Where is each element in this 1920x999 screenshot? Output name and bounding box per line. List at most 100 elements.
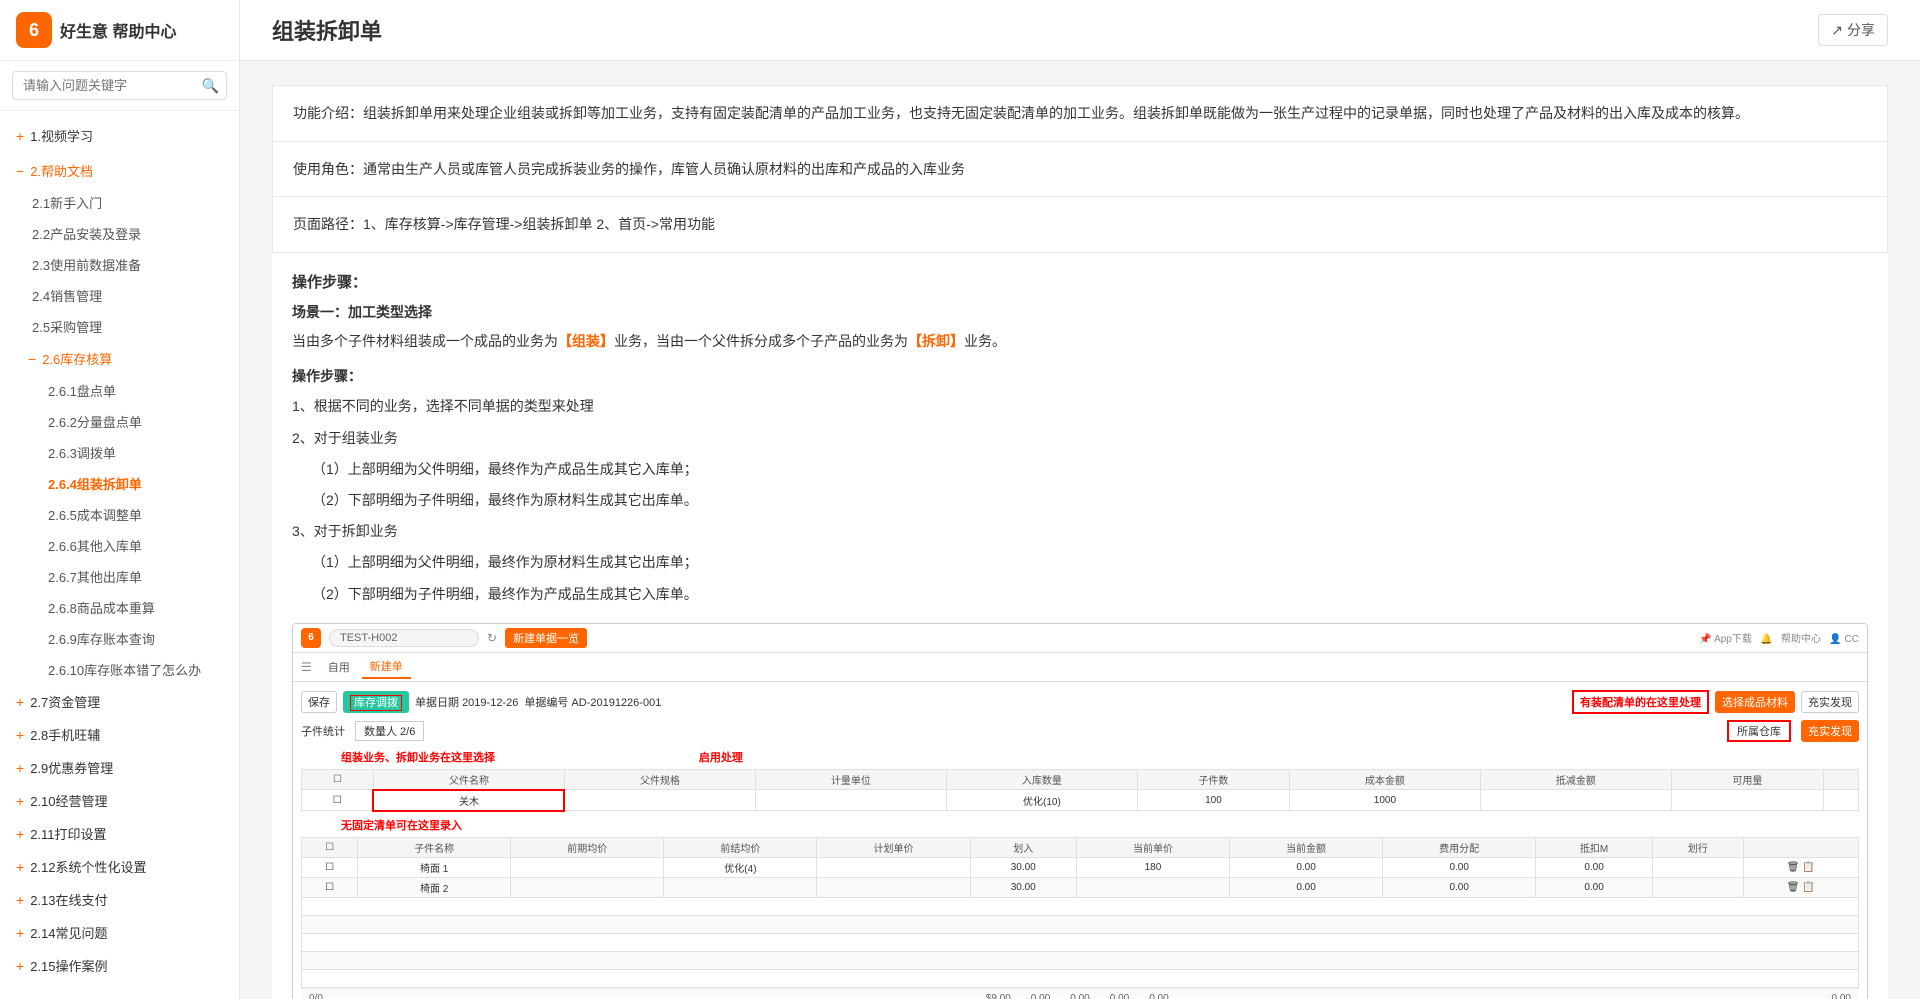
ss-td-check: ☐ [302,790,374,811]
ss-save-btn[interactable]: 保存 [301,691,337,713]
ss-type-btn[interactable]: 库存调拨 [343,691,409,713]
plus-2-15: + [16,958,24,974]
keyword-assemble: 【组装】 [558,333,614,349]
sidebar: 6 好生意 帮助中心 🔍 + 1.视频学习 − 2.帮助文档 2.1新手入门 2… [0,0,240,999]
app-logo: 6 [16,12,52,48]
ss-bth-deduct: 抵扣M [1536,837,1653,857]
ss-th-avail: 可用量 [1671,769,1823,790]
intro-block-3: 页面路径：1、库存核算->库存管理->组装拆卸单 2、首页->常用功能 [272,196,1888,253]
ss-td-unit [755,790,946,811]
ss-footer-amt4: 0.00 [1110,993,1129,999]
ss-td-deduct [1480,790,1671,811]
ss-num-label: 单据编号 AD-20191226-001 [524,694,661,710]
sidebar-item-data[interactable]: 2.3使用前数据准备 [0,249,239,280]
ss-td-child-count: 100 [1137,790,1289,811]
sidebar-item-install[interactable]: 2.2产品安装及登录 [0,218,239,249]
ss-th-check: ☐ [302,769,374,790]
annotation-2: 组装业务、拆卸业务在这里选择 [341,752,495,764]
ss-btd-act2: 🗑 📋 [1743,877,1858,897]
ss-td-fspec [564,790,755,811]
search-input[interactable] [12,71,227,100]
ss-refresh-icon: ↻ [487,631,497,645]
ss-btd-check: ☐ [302,857,358,877]
table-row: ☐ 椅面 2 30.00 0.00 0.00 [302,877,1859,897]
scene1-desc: 当由多个子件材料组装成一个成品的业务为【组装】业务，当由一个父件拆分成多个子产品… [292,328,1868,355]
ss-btd-prev-avg [511,857,664,877]
ss-confirm-btn[interactable]: 充实发现 [1801,691,1859,713]
sidebar-item-2-9[interactable]: + 2.9优惠券管理 [0,751,239,784]
sidebar-item-2-8[interactable]: + 2.8手机旺辅 [0,718,239,751]
sidebar-item-2-7[interactable]: + 2.7资金管理 [0,685,239,718]
table-row [302,915,1859,933]
ss-th-action [1823,769,1858,790]
ss-bth-curr-price: 当前单价 [1076,837,1229,857]
plus-2-7: + [16,694,24,710]
ss-bth-check: ☐ [302,837,358,857]
ss-footer-amt3: 0.00 [1070,993,1089,999]
page-title: 组装拆卸单 [272,14,382,46]
ss-bth-name: 子件名称 [358,837,511,857]
sidebar-item-video[interactable]: + 1.视频学习 [0,119,239,152]
search-icon[interactable]: 🔍 [202,77,219,94]
plus-2-8: + [16,727,24,743]
sidebar-item-2-6-2[interactable]: 2.6.2分量盘点单 [0,406,239,437]
sidebar-item-2-12[interactable]: + 2.12系统个性化设置 [0,850,239,883]
intro-block-1: 功能介绍：组装拆卸单用来处理企业组装或拆卸等加工业务，支持有固定装配清单的产品加… [272,85,1888,141]
sidebar-item-2-6-9[interactable]: 2.6.9库存账本查询 [0,623,239,654]
ss-th-cost: 成本金额 [1289,769,1480,790]
ss-btd-fee2: 0.00 [1383,877,1536,897]
sidebar-item-2-6-7[interactable]: 2.6.7其他出库单 [0,561,239,592]
ops-title: 操作步骤： [292,271,1868,292]
annotation-3: 启用处理 [699,752,743,764]
sidebar-item-2-13[interactable]: + 2.13在线支付 [0,883,239,916]
sidebar-item-2-14[interactable]: + 2.14常见问题 [0,916,239,949]
ss-footer-right: 0.00 [1832,993,1851,999]
ss-toolbar: 保存 库存调拨 单据日期 2019-12-26 单据编号 AD-20191226… [301,690,1859,714]
ss-btd-curr2 [664,877,817,897]
sidebar-item-2-6-1[interactable]: 2.6.1盘点单 [0,375,239,406]
ss-th-unit: 计量单位 [755,769,946,790]
sidebar-item-2-6-6[interactable]: 2.6.6其他入库单 [0,530,239,561]
ss-bth-prev-avg: 前期均价 [511,837,664,857]
sidebar-item-2-6-4[interactable]: 2.6.4组装拆卸单 [0,468,239,499]
step-3: 3、对于拆卸业务 [292,519,1868,544]
sidebar-item-2-6-10[interactable]: 2.6.10库存账本错了怎么办 [0,654,239,685]
ss-bth-in: 划入 [970,837,1076,857]
ss-bth-actions [1743,837,1858,857]
ss-select-material-btn[interactable]: 选择成品材料 [1715,691,1795,713]
ss-footer-pages: 0/0 [309,993,323,999]
table-row [302,951,1859,969]
sidebar-item-docs[interactable]: − 2.帮助文档 [0,154,239,187]
step-2-1: （1）上部明细为父件明细，最终作为产成品生成其它入库单； [292,457,1868,482]
sidebar-item-inventory[interactable]: − 2.6库存核算 [0,342,239,375]
sidebar-item-newcomer[interactable]: 2.1新手入门 [0,187,239,218]
ss-tab-new[interactable]: 新建单 [362,655,411,679]
ss-sub-value1: 数量人 2/6 [355,721,424,741]
ss-new-btn[interactable]: 新建单据一览 [505,628,587,648]
scene1-title: 场景一：加工类型选择 [292,302,1868,322]
sidebar-item-2-15[interactable]: + 2.15操作案例 [0,949,239,982]
sidebar-item-2-6-5[interactable]: 2.6.5成本调整单 [0,499,239,530]
share-button[interactable]: ↗ 分享 [1818,14,1888,46]
ss-bth-curr-avg: 前结均价 [664,837,817,857]
expand-icon: + [16,128,24,144]
table-row [302,897,1859,915]
sidebar-item-2-11[interactable]: + 2.11打印设置 [0,817,239,850]
search-area: 🔍 [0,61,239,111]
sidebar-item-purchase[interactable]: 2.5采购管理 [0,311,239,342]
intro-text-2: 使用角色：通常由生产人员或库管人员完成拆装业务的操作，库管人员确认原材料的出库和… [293,161,965,177]
ss-tab-home[interactable]: 自用 [320,656,358,678]
sidebar-item-2-6-3[interactable]: 2.6.3调拨单 [0,437,239,468]
sidebar-item-2-10[interactable]: + 2.10经营管理 [0,784,239,817]
sidebar-item-sales[interactable]: 2.4销售管理 [0,280,239,311]
sidebar-item-2-6-8[interactable]: 2.6.8商品成本重算 [0,592,239,623]
sidebar-header: 6 好生意 帮助中心 [0,0,239,61]
plus-2-10: + [16,793,24,809]
article-content: 功能介绍：组装拆卸单用来处理企业组装或拆卸等加工业务，支持有固定装配清单的产品加… [272,85,1888,999]
ss-approve-btn[interactable]: 充实发现 [1801,720,1859,742]
keyword-disassemble: 【拆卸】 [908,333,964,349]
annotation-4: 无固定清单可在这里录入 [341,820,462,832]
nav-list: + 1.视频学习 − 2.帮助文档 2.1新手入门 2.2产品安装及登录 2.3… [0,111,239,999]
ss-btd-cprice: 180 [1076,857,1229,877]
main-content: 组装拆卸单 ↗ 分享 功能介绍：组装拆卸单用来处理企业组装或拆卸等加工业务，支持… [240,0,1920,999]
